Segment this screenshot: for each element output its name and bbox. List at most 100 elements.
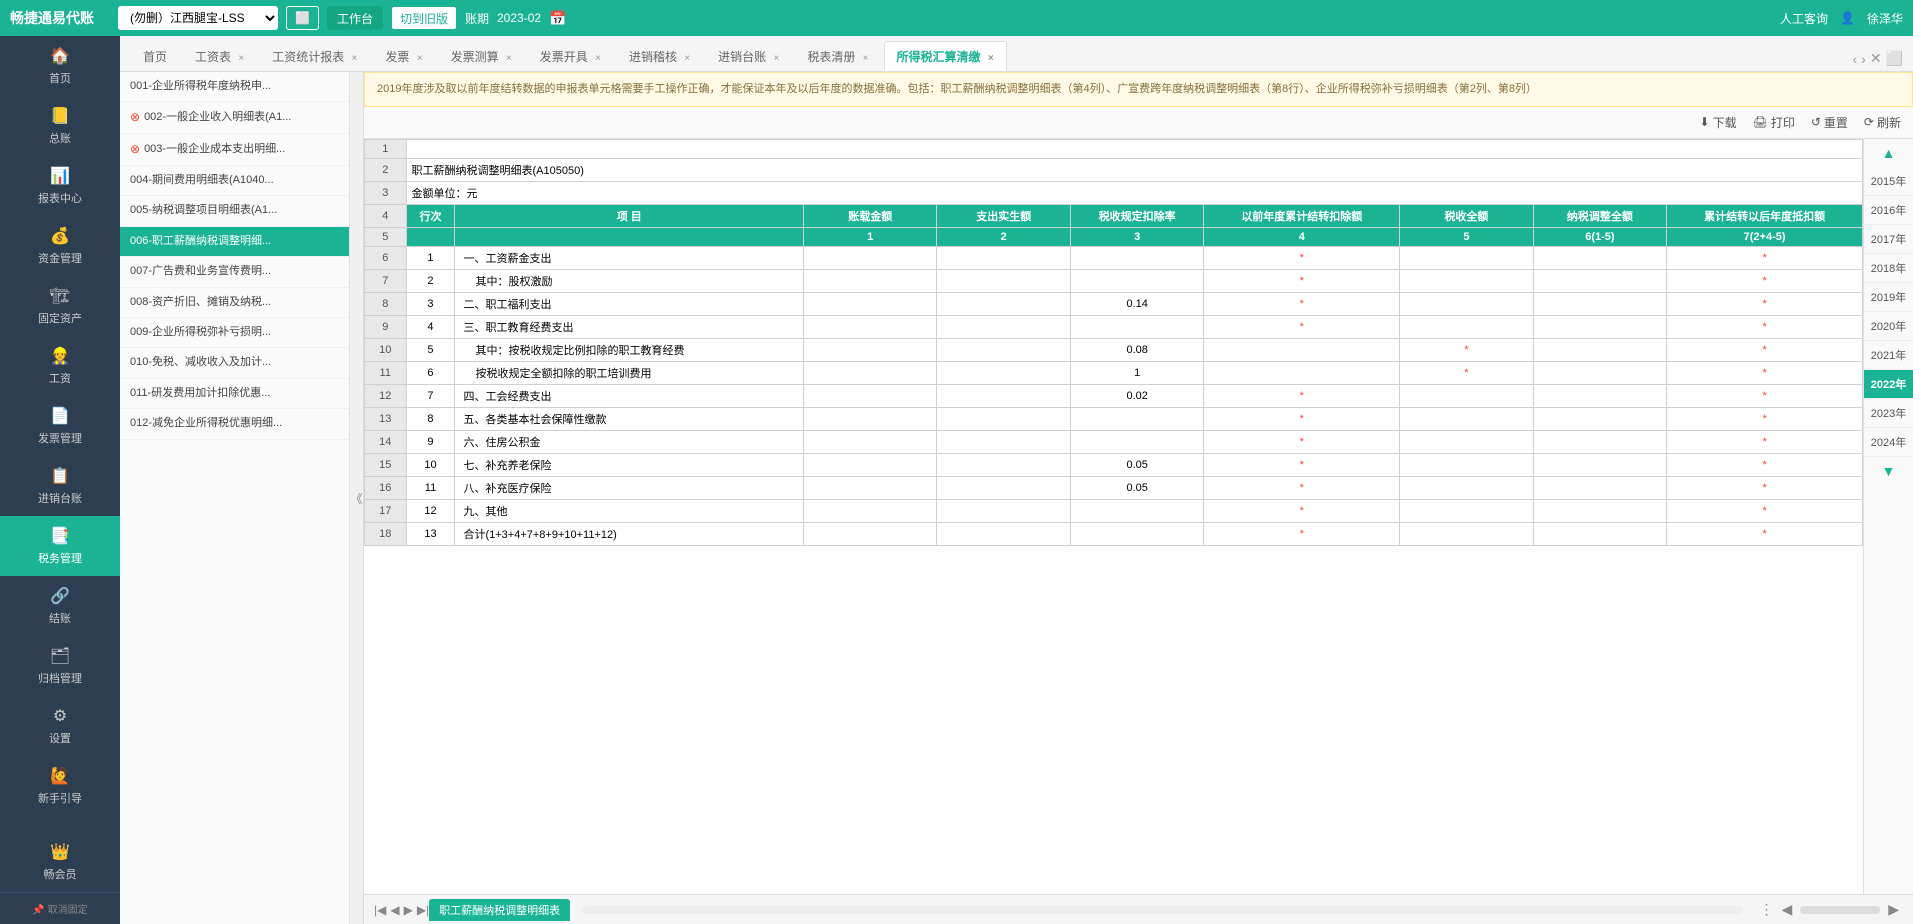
year-2023[interactable]: 2023年	[1864, 399, 1913, 428]
sheet-options-btn[interactable]: ⋮	[1755, 901, 1777, 918]
sidebar-item-close[interactable]: 🔗 结账	[0, 576, 120, 636]
val-1-c3[interactable]	[1070, 246, 1203, 269]
tab-invoice[interactable]: 发票 ×	[372, 41, 435, 71]
val-8-c2[interactable]	[937, 407, 1070, 430]
val-12-c3[interactable]	[1070, 499, 1203, 522]
tab-close-invoice-open[interactable]: ×	[595, 53, 601, 64]
copy-btn[interactable]: ⬜	[286, 6, 319, 30]
file-list-item-011[interactable]: 011-研发费用加计扣除优惠...	[120, 379, 349, 409]
year-2019[interactable]: 2019年	[1864, 283, 1913, 312]
sheet-scroll-right[interactable]: ▶	[1884, 901, 1903, 918]
year-2024[interactable]: 2024年	[1864, 428, 1913, 457]
val-11-c6[interactable]	[1533, 476, 1666, 499]
val-10-c2[interactable]	[937, 453, 1070, 476]
val-9-c6[interactable]	[1533, 430, 1666, 453]
val-6-c3[interactable]: 1	[1070, 361, 1203, 384]
tab-close-tax-list[interactable]: ×	[863, 53, 869, 64]
sidebar-item-vip[interactable]: 👑 畅会员	[0, 832, 120, 892]
val-10-c1[interactable]	[803, 453, 936, 476]
val-8-c1[interactable]	[803, 407, 936, 430]
val-4-c5[interactable]	[1400, 315, 1533, 338]
file-list-item-010[interactable]: 010-免税、减收收入及加计...	[120, 348, 349, 378]
val-11-c1[interactable]	[803, 476, 936, 499]
tab-close-salary[interactable]: ×	[238, 53, 244, 64]
sidebar-item-purchase[interactable]: 📋 进销台账	[0, 456, 120, 516]
file-list-item-007[interactable]: 007-广告费和业务宣传费明...	[120, 257, 349, 287]
sheet-nav-prev[interactable]: ◀	[390, 903, 399, 917]
val-10-c6[interactable]	[1533, 453, 1666, 476]
val-4-c3[interactable]	[1070, 315, 1203, 338]
refresh-btn[interactable]: ⟳ 刷新	[1864, 114, 1901, 131]
val-12-c1[interactable]	[803, 499, 936, 522]
tab-invoice-calc[interactable]: 发票测算 ×	[438, 41, 525, 71]
file-list-item-004[interactable]: 004-期间费用明细表(A1040...	[120, 166, 349, 196]
val-11-c5[interactable]	[1400, 476, 1533, 499]
val-6-c6[interactable]	[1533, 361, 1666, 384]
val-4-c1[interactable]	[803, 315, 936, 338]
tab-home[interactable]: 首页	[130, 41, 180, 71]
sidebar-item-tax[interactable]: 📑 税务管理	[0, 516, 120, 576]
file-list-item-012[interactable]: 012-减免企业所得税优惠明细...	[120, 409, 349, 439]
val-2-c2[interactable]	[937, 269, 1070, 292]
tab-close-salary-stat[interactable]: ×	[352, 53, 358, 64]
val-13-c3[interactable]	[1070, 522, 1203, 545]
val-10-c3[interactable]: 0.05	[1070, 453, 1203, 476]
val-9-c2[interactable]	[937, 430, 1070, 453]
sheet-scrollbar[interactable]	[1800, 906, 1880, 914]
sidebar-item-ledger[interactable]: 📒 总账	[0, 96, 120, 156]
val-8-c5[interactable]	[1400, 407, 1533, 430]
file-list-item-002[interactable]: ⊗002-一般企业收入明细表(A1...	[120, 102, 349, 134]
val-1-c6[interactable]	[1533, 246, 1666, 269]
year-2017[interactable]: 2017年	[1864, 225, 1913, 254]
tab-salary[interactable]: 工资表 ×	[182, 41, 257, 71]
file-list-item-001[interactable]: 001-企业所得税年度纳税申...	[120, 72, 349, 102]
tab-tax-list[interactable]: 税表清册 ×	[794, 41, 881, 71]
sheet-scroll-left[interactable]: ◀	[1777, 901, 1796, 918]
val-9-c3[interactable]	[1070, 430, 1203, 453]
val-4-c2[interactable]	[937, 315, 1070, 338]
val-1-c2[interactable]	[937, 246, 1070, 269]
val-6-c2[interactable]	[937, 361, 1070, 384]
val-3-c2[interactable]	[937, 292, 1070, 315]
horizontal-scrollbar[interactable]	[582, 906, 1743, 914]
val-12-c5[interactable]	[1400, 499, 1533, 522]
val-6-c4[interactable]	[1204, 361, 1400, 384]
file-list-item-008[interactable]: 008-资产折旧、摊销及纳税...	[120, 288, 349, 318]
sidebar-item-home[interactable]: 🏠 首页	[0, 36, 120, 96]
year-2021[interactable]: 2021年	[1864, 341, 1913, 370]
val-5-c6[interactable]	[1533, 338, 1666, 361]
tab-close-all-btn[interactable]: ✕	[1870, 50, 1882, 67]
reset-btn[interactable]: ↺ 重置	[1811, 114, 1848, 131]
sidebar-item-salary[interactable]: 👷 工资	[0, 336, 120, 396]
sidebar-item-report[interactable]: 📊 报表中心	[0, 156, 120, 216]
tab-next-btn[interactable]: ›	[1861, 51, 1866, 67]
sheet-nav-end[interactable]: ▶|	[417, 903, 429, 917]
val-7-c5[interactable]	[1400, 384, 1533, 407]
val-9-c5[interactable]	[1400, 430, 1533, 453]
sheet-tab[interactable]: 职工薪酬纳税调整明细表	[429, 899, 570, 921]
val-13-c1[interactable]	[803, 522, 936, 545]
tab-income-tax[interactable]: 所得税汇算清缴 ×	[884, 41, 1007, 71]
sidebar-item-invoice[interactable]: 📄 发票管理	[0, 396, 120, 456]
val-5-c3[interactable]: 0.08	[1070, 338, 1203, 361]
tab-invoice-open[interactable]: 发票开具 ×	[527, 41, 614, 71]
file-list-item-003[interactable]: ⊗003-一般企业成本支出明细...	[120, 134, 349, 166]
file-list-item-009[interactable]: 009-企业所得税弥补亏损明...	[120, 318, 349, 348]
tab-maximize-btn[interactable]: ⬜	[1886, 50, 1903, 67]
sheet-nav-next[interactable]: ▶	[404, 903, 413, 917]
val-9-c1[interactable]	[803, 430, 936, 453]
tab-purchase-ledger[interactable]: 进销台账 ×	[705, 41, 792, 71]
val-3-c3[interactable]: 0.14	[1070, 292, 1203, 315]
val-3-c6[interactable]	[1533, 292, 1666, 315]
switch-btn[interactable]: 切到旧版	[391, 6, 457, 30]
val-7-c1[interactable]	[803, 384, 936, 407]
tab-purchase-check[interactable]: 进销稽核 ×	[616, 41, 703, 71]
work-bench-btn[interactable]: 工作台	[327, 6, 383, 30]
year-2022[interactable]: 2022年	[1864, 370, 1913, 399]
unpin-btn[interactable]: 📌 取消固定	[0, 892, 120, 924]
company-selector[interactable]: (勿删）江西腿宝-LSS	[118, 6, 278, 30]
val-8-c3[interactable]	[1070, 407, 1203, 430]
year-2015[interactable]: 2015年	[1864, 167, 1913, 196]
sheet-nav-start[interactable]: |◀	[374, 903, 386, 917]
val-2-c3[interactable]	[1070, 269, 1203, 292]
